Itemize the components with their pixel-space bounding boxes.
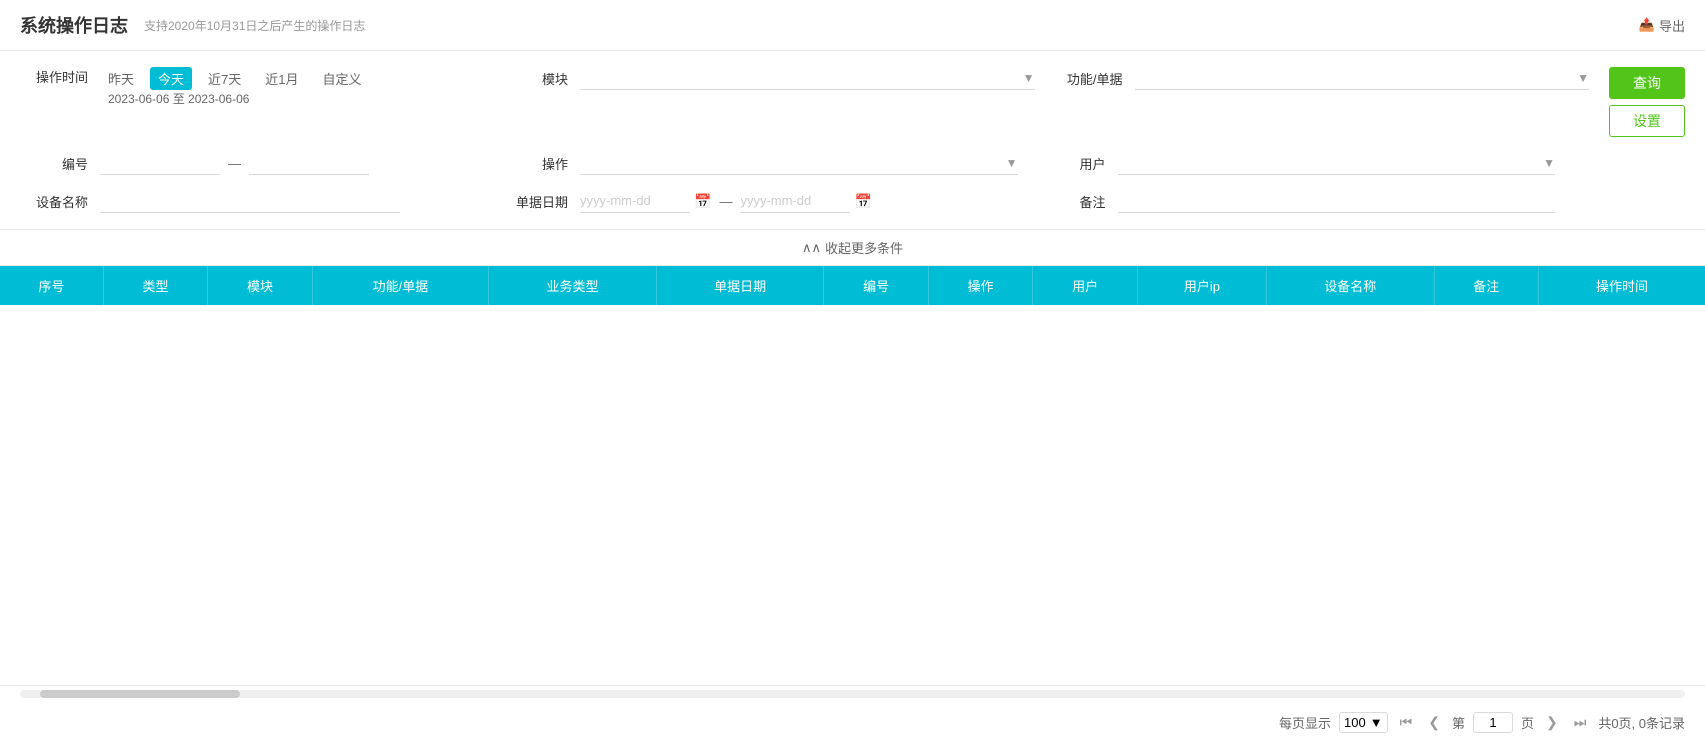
collapse-bar: ∧∧ 收起更多条件 bbox=[0, 230, 1705, 266]
date-dash: — bbox=[719, 194, 732, 209]
operation-arrow-icon: ▼ bbox=[1006, 156, 1018, 170]
collapse-label: 收起更多条件 bbox=[825, 238, 903, 257]
operation-dropdown[interactable]: ▼ bbox=[580, 152, 1018, 175]
page-header: 系统操作日志 支持2020年10月31日之后产生的操作日志 📤 导出 bbox=[0, 0, 1705, 51]
time-btn-7days[interactable]: 近7天 bbox=[200, 67, 249, 90]
first-page-button[interactable]: ⏮ bbox=[1396, 712, 1417, 733]
next-page-button[interactable]: ❯ bbox=[1542, 712, 1562, 733]
pagination-bar: 每页显示 100 ▼ ⏮ ❮ 第 页 ❯ ⏭ 共0页, 0条记录 bbox=[0, 702, 1705, 743]
scrollbar-track bbox=[20, 690, 1685, 698]
time-filter: 昨天 今天 近7天 近1月 自定义 2023-06-06 至 2023-06-0… bbox=[100, 67, 370, 107]
page-subtitle: 支持2020年10月31日之后产生的操作日志 bbox=[144, 17, 365, 34]
date-end-input[interactable] bbox=[740, 189, 850, 213]
function-arrow-icon: ▼ bbox=[1577, 71, 1589, 85]
export-label: 导出 bbox=[1659, 16, 1685, 35]
time-range: 2023-06-06 至 2023-06-06 bbox=[108, 90, 370, 107]
total-info: 共0页, 0条记录 bbox=[1598, 713, 1685, 732]
col-biz-type: 业务类型 bbox=[489, 266, 657, 305]
col-module: 模块 bbox=[208, 266, 312, 305]
col-operation: 操作 bbox=[928, 266, 1032, 305]
time-btn-custom[interactable]: 自定义 bbox=[315, 67, 370, 90]
col-remark: 备注 bbox=[1434, 266, 1538, 305]
calendar-start-icon[interactable]: 📅 bbox=[694, 193, 711, 210]
operation-label: 操作 bbox=[500, 154, 580, 173]
remark-label: 备注 bbox=[1038, 192, 1118, 211]
page-label: 第 bbox=[1452, 713, 1465, 732]
page-size-label: 每页显示 bbox=[1279, 713, 1331, 732]
voucher-date-label: 单据日期 bbox=[500, 192, 580, 211]
time-btn-yesterday[interactable]: 昨天 bbox=[100, 67, 142, 90]
number-label: 编号 bbox=[20, 154, 100, 173]
calendar-end-icon[interactable]: 📅 bbox=[854, 193, 871, 210]
module-arrow-icon: ▼ bbox=[1023, 71, 1035, 85]
function-label: 功能/单据 bbox=[1055, 69, 1135, 88]
col-op-time: 操作时间 bbox=[1539, 266, 1705, 305]
scrollbar-area bbox=[0, 685, 1705, 702]
number-dash: — bbox=[228, 156, 241, 171]
remark-input[interactable] bbox=[1118, 189, 1556, 213]
scrollbar-thumb[interactable] bbox=[40, 690, 240, 698]
time-btn-today[interactable]: 今天 bbox=[150, 67, 192, 90]
user-dropdown[interactable]: ▼ bbox=[1118, 152, 1556, 175]
module-dropdown[interactable]: ▼ bbox=[580, 67, 1035, 90]
col-function: 功能/单据 bbox=[312, 266, 488, 305]
col-voucher-date: 单据日期 bbox=[656, 266, 824, 305]
number-end-input[interactable] bbox=[249, 151, 369, 175]
function-dropdown[interactable]: ▼ bbox=[1135, 67, 1590, 90]
device-input[interactable] bbox=[100, 189, 400, 213]
export-icon: 📤 bbox=[1639, 17, 1655, 33]
page-size-select[interactable]: 100 ▼ bbox=[1339, 712, 1388, 733]
user-arrow-icon: ▼ bbox=[1543, 156, 1555, 170]
collapse-icon: ∧∧ bbox=[802, 240, 821, 256]
page-container: 系统操作日志 支持2020年10月31日之后产生的操作日志 📤 导出 操作时间 … bbox=[0, 0, 1705, 743]
export-button[interactable]: 📤 导出 bbox=[1639, 16, 1685, 35]
time-btn-1month[interactable]: 近1月 bbox=[257, 67, 306, 90]
table-container: 序号 类型 模块 功能/单据 业务类型 单据日期 编号 操作 用户 用户ip 设… bbox=[0, 266, 1705, 685]
action-buttons: 查询 设置 bbox=[1609, 67, 1685, 137]
page-num-input[interactable] bbox=[1473, 712, 1513, 733]
last-page-button[interactable]: ⏭ bbox=[1570, 712, 1591, 733]
date-start-input[interactable] bbox=[580, 189, 690, 213]
page-size-arrow-icon: ▼ bbox=[1370, 715, 1383, 730]
user-label: 用户 bbox=[1038, 154, 1118, 173]
module-label: 模块 bbox=[500, 69, 580, 88]
number-start-input[interactable] bbox=[100, 151, 220, 175]
data-table: 序号 类型 模块 功能/单据 业务类型 单据日期 编号 操作 用户 用户ip 设… bbox=[0, 266, 1705, 305]
query-button[interactable]: 查询 bbox=[1609, 67, 1685, 99]
collapse-button[interactable]: ∧∧ 收起更多条件 bbox=[802, 238, 903, 257]
col-number: 编号 bbox=[824, 266, 928, 305]
time-label: 操作时间 bbox=[20, 67, 100, 86]
col-user: 用户 bbox=[1033, 266, 1137, 305]
col-type: 类型 bbox=[103, 266, 207, 305]
table-header-row: 序号 类型 模块 功能/单据 业务类型 单据日期 编号 操作 用户 用户ip 设… bbox=[0, 266, 1705, 305]
col-device: 设备名称 bbox=[1266, 266, 1434, 305]
page-title: 系统操作日志 bbox=[20, 12, 128, 38]
prev-page-button[interactable]: ❮ bbox=[1424, 712, 1444, 733]
page-unit: 页 bbox=[1521, 713, 1534, 732]
filter-area: 操作时间 昨天 今天 近7天 近1月 自定义 2023-06-06 至 2023… bbox=[0, 51, 1705, 230]
col-user-ip: 用户ip bbox=[1137, 266, 1266, 305]
header-left: 系统操作日志 支持2020年10月31日之后产生的操作日志 bbox=[20, 12, 365, 38]
setting-button[interactable]: 设置 bbox=[1609, 105, 1685, 137]
page-size-value: 100 bbox=[1344, 715, 1366, 730]
col-seq: 序号 bbox=[0, 266, 103, 305]
device-label: 设备名称 bbox=[20, 192, 100, 211]
